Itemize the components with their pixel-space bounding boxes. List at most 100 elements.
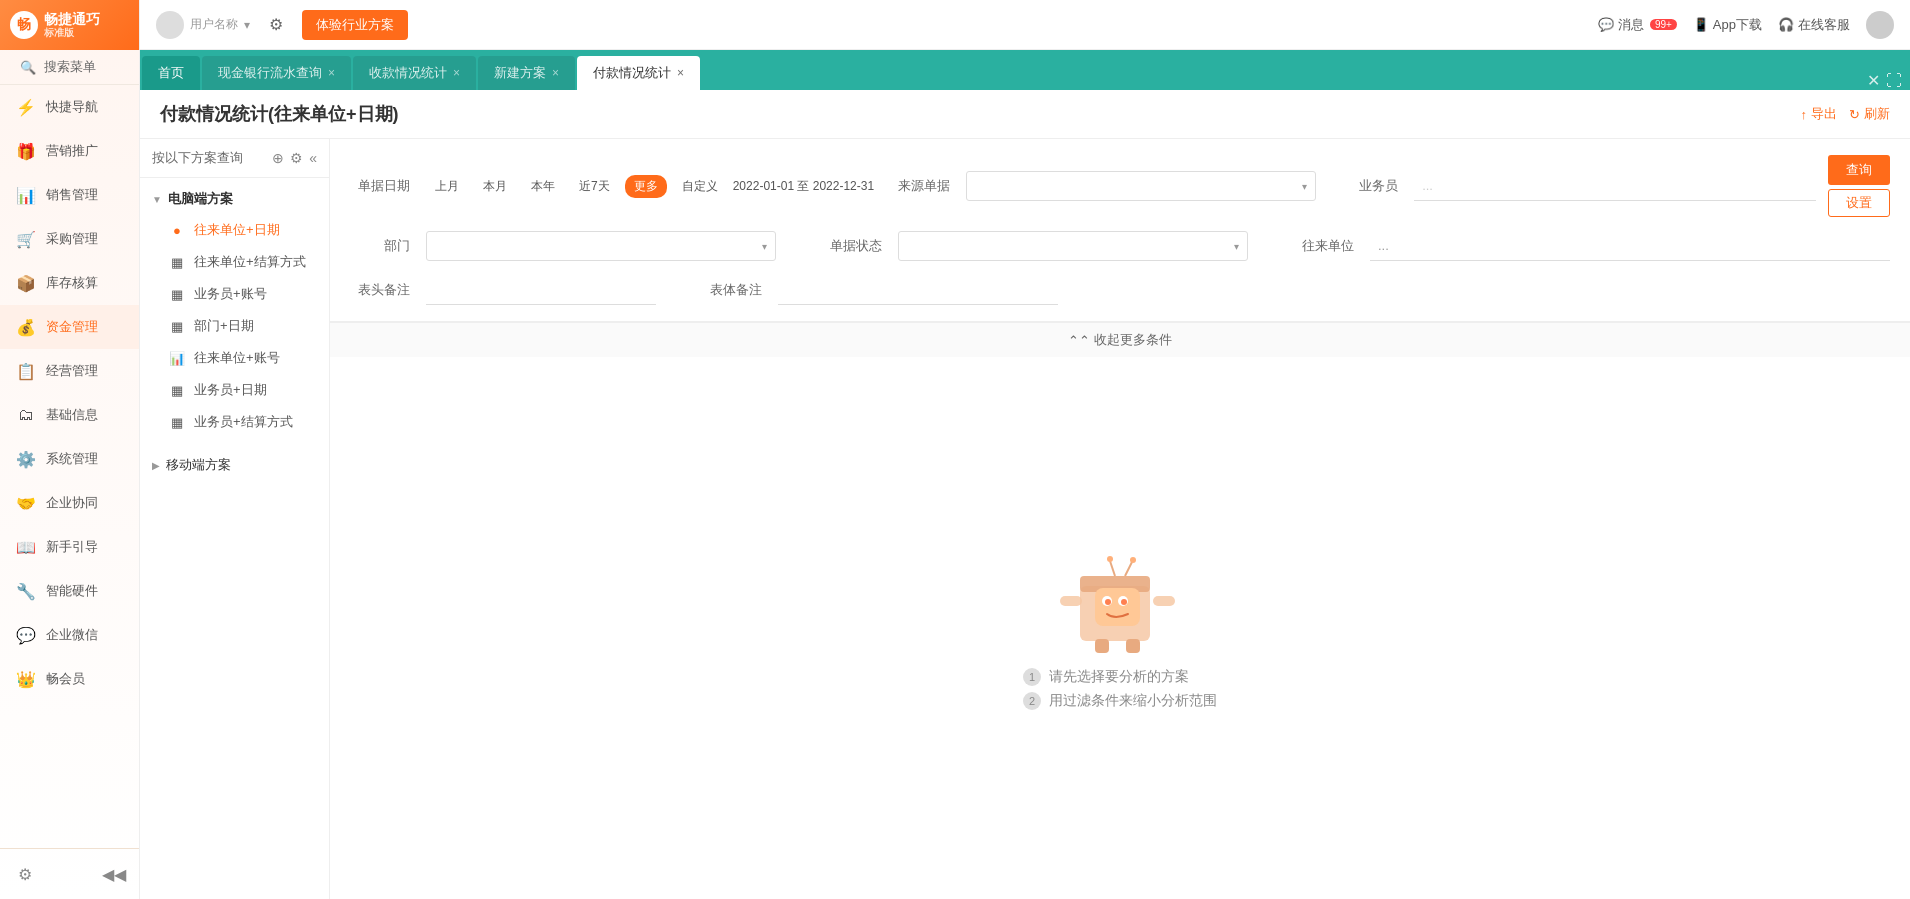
scheme-settings-btn[interactable]: ⚙ bbox=[290, 150, 303, 166]
sidebar-search-item[interactable]: 🔍 搜索菜单 bbox=[0, 50, 139, 85]
profile-section[interactable]: 用户名称 ▾ bbox=[156, 11, 250, 39]
tab-new-scheme-close[interactable]: × bbox=[552, 66, 559, 80]
mobile-group-arrow-icon: ▶ bbox=[152, 460, 160, 471]
tab-payment-stats[interactable]: 付款情况统计 × bbox=[577, 56, 700, 90]
sidebar-item-finance[interactable]: 💰 资金管理 bbox=[0, 305, 139, 349]
scheme-label: 业务员+账号 bbox=[194, 285, 267, 303]
messages-btn[interactable]: 💬 消息 99+ bbox=[1598, 16, 1677, 34]
source-select[interactable]: ▾ bbox=[966, 171, 1316, 201]
enterprise-icon: 🤝 bbox=[16, 493, 36, 513]
tab-home-label: 首页 bbox=[158, 64, 184, 82]
content-area: 按以下方案查询 ⊕ ⚙ « ▼ 电脑端方案 ● 往来单位+日期 bbox=[140, 139, 1910, 899]
sidebar-item-system[interactable]: ⚙️ 系统管理 bbox=[0, 437, 139, 481]
more-dates-btn[interactable]: 更多 bbox=[625, 175, 667, 198]
tab-payment-close[interactable]: × bbox=[677, 66, 684, 80]
tab-bank-flow[interactable]: 现金银行流水查询 × bbox=[202, 56, 351, 90]
sidebar-item-marketing[interactable]: 🎁 营销推广 bbox=[0, 129, 139, 173]
basic-icon: 🗂 bbox=[16, 405, 36, 425]
dept-arrow-icon: ▾ bbox=[762, 241, 767, 252]
scheme-active-icon: ● bbox=[168, 221, 186, 239]
sidebar-item-label: 基础信息 bbox=[46, 406, 98, 424]
status-select[interactable]: ▾ bbox=[898, 231, 1248, 261]
date-options: 上月 本月 本年 近7天 更多 自定义 2022-01-01 至 2022-12… bbox=[426, 174, 874, 199]
status-label: 单据状态 bbox=[822, 237, 882, 255]
operation-icon: 📋 bbox=[16, 361, 36, 381]
left-panel-header: 按以下方案查询 ⊕ ⚙ « bbox=[140, 139, 329, 178]
scheme-unit-date[interactable]: ● 往来单位+日期 bbox=[140, 214, 329, 246]
tab-receipt-stats[interactable]: 收款情况统计 × bbox=[353, 56, 476, 90]
tab-maximize-btn[interactable]: ⛶ bbox=[1886, 72, 1902, 90]
sidebar-item-purchase[interactable]: 🛒 采购管理 bbox=[0, 217, 139, 261]
sidebar-item-inventory[interactable]: 📦 库存核算 bbox=[0, 261, 139, 305]
sidebar-item-hardware[interactable]: 🔧 智能硬件 bbox=[0, 569, 139, 613]
try-industry-btn[interactable]: 体验行业方案 bbox=[302, 10, 408, 40]
tab-bank-flow-close[interactable]: × bbox=[328, 66, 335, 80]
sidebar-item-label: 快捷导航 bbox=[46, 98, 98, 116]
filter-settings-btn[interactable]: 设置 bbox=[1828, 189, 1890, 217]
sidebar-collapse-btn[interactable]: ◀◀ bbox=[99, 859, 129, 889]
custom-date-btn[interactable]: 自定义 bbox=[673, 174, 727, 199]
filter-area: 单据日期 上月 本月 本年 近7天 更多 自定义 2022-01-01 至 20… bbox=[330, 139, 1910, 322]
app-download-btn[interactable]: 📱 App下载 bbox=[1693, 16, 1762, 34]
table-body-note-input[interactable] bbox=[778, 275, 1058, 305]
user-avatar[interactable] bbox=[1866, 11, 1894, 39]
scheme-dept-date[interactable]: ▦ 部门+日期 bbox=[140, 310, 329, 342]
tab-home[interactable]: 首页 bbox=[142, 56, 200, 90]
date-range-display: 2022-01-01 至 2022-12-31 bbox=[733, 178, 874, 195]
last-month-btn[interactable]: 上月 bbox=[426, 174, 468, 199]
dept-select[interactable]: ▾ bbox=[426, 231, 776, 261]
scheme-unit-settle[interactable]: ▦ 往来单位+结算方式 bbox=[140, 246, 329, 278]
staff-input[interactable]: ... bbox=[1414, 171, 1816, 201]
this-year-btn[interactable]: 本年 bbox=[522, 174, 564, 199]
this-month-btn[interactable]: 本月 bbox=[474, 174, 516, 199]
scheme-icon: ▦ bbox=[168, 413, 186, 431]
sidebar-item-sales[interactable]: 📊 销售管理 bbox=[0, 173, 139, 217]
empty-msg-2-text: 用过滤条件来缩小分析范围 bbox=[1049, 692, 1217, 710]
sidebar-item-member[interactable]: 👑 畅会员 bbox=[0, 657, 139, 701]
unit-input[interactable]: ... bbox=[1370, 231, 1890, 261]
sidebar-item-wechat[interactable]: 💬 企业微信 bbox=[0, 613, 139, 657]
svg-rect-13 bbox=[1095, 639, 1109, 653]
svg-point-10 bbox=[1130, 557, 1136, 563]
sidebar-item-basic[interactable]: 🗂 基础信息 bbox=[0, 393, 139, 437]
query-btn[interactable]: 查询 bbox=[1828, 155, 1890, 185]
refresh-btn[interactable]: ↻ 刷新 bbox=[1849, 105, 1890, 123]
sidebar-item-label: 畅会员 bbox=[46, 670, 85, 688]
svg-point-6 bbox=[1121, 599, 1127, 605]
sidebar-settings-btn[interactable]: ⚙ bbox=[10, 859, 40, 889]
sidebar-item-quick-nav[interactable]: ⚡ 快捷导航 bbox=[0, 85, 139, 129]
left-panel-collapse-btn[interactable]: « bbox=[309, 150, 317, 166]
header-settings-btn[interactable]: ⚙ bbox=[262, 11, 290, 39]
collapse-more-btn[interactable]: ⌃⌃ 收起更多条件 bbox=[330, 322, 1910, 357]
export-btn[interactable]: ↑ 导出 bbox=[1801, 105, 1838, 123]
svg-point-8 bbox=[1107, 556, 1113, 562]
sidebar-item-enterprise[interactable]: 🤝 企业协同 bbox=[0, 481, 139, 525]
sidebar-item-operation[interactable]: 📋 经营管理 bbox=[0, 349, 139, 393]
online-service-btn[interactable]: 🎧 在线客服 bbox=[1778, 16, 1850, 34]
tab-receipt-close[interactable]: × bbox=[453, 66, 460, 80]
sidebar-item-guide[interactable]: 📖 新手引导 bbox=[0, 525, 139, 569]
tab-new-scheme[interactable]: 新建方案 × bbox=[478, 56, 575, 90]
scheme-staff-settle[interactable]: ▦ 业务员+结算方式 bbox=[140, 406, 329, 438]
add-scheme-btn[interactable]: ⊕ bbox=[272, 150, 284, 166]
scheme-unit-account[interactable]: 📊 往来单位+账号 bbox=[140, 342, 329, 374]
empty-illustration bbox=[1055, 546, 1185, 656]
messages-badge: 99+ bbox=[1650, 19, 1677, 30]
mobile-group-header[interactable]: ▶ 移动端方案 bbox=[140, 450, 329, 480]
scheme-staff-date[interactable]: ▦ 业务员+日期 bbox=[140, 374, 329, 406]
refresh-label: 刷新 bbox=[1864, 105, 1890, 123]
profile-chevron-icon: ▾ bbox=[244, 18, 250, 32]
table-header-note-input[interactable] bbox=[426, 275, 656, 305]
refresh-icon: ↻ bbox=[1849, 107, 1860, 122]
member-icon: 👑 bbox=[16, 669, 36, 689]
svg-line-9 bbox=[1125, 562, 1132, 576]
last-7days-btn[interactable]: 近7天 bbox=[570, 174, 619, 199]
desktop-group-arrow-icon: ▼ bbox=[152, 194, 162, 205]
dept-label: 部门 bbox=[350, 237, 410, 255]
tab-close-all-btn[interactable]: ✕ bbox=[1867, 71, 1880, 90]
desktop-group-label: 电脑端方案 bbox=[168, 190, 233, 208]
empty-msg-1-text: 请先选择要分析的方案 bbox=[1049, 668, 1189, 686]
desktop-group-header[interactable]: ▼ 电脑端方案 bbox=[140, 184, 329, 214]
collapse-more-label: 收起更多条件 bbox=[1094, 331, 1172, 349]
scheme-staff-account[interactable]: ▦ 业务员+账号 bbox=[140, 278, 329, 310]
